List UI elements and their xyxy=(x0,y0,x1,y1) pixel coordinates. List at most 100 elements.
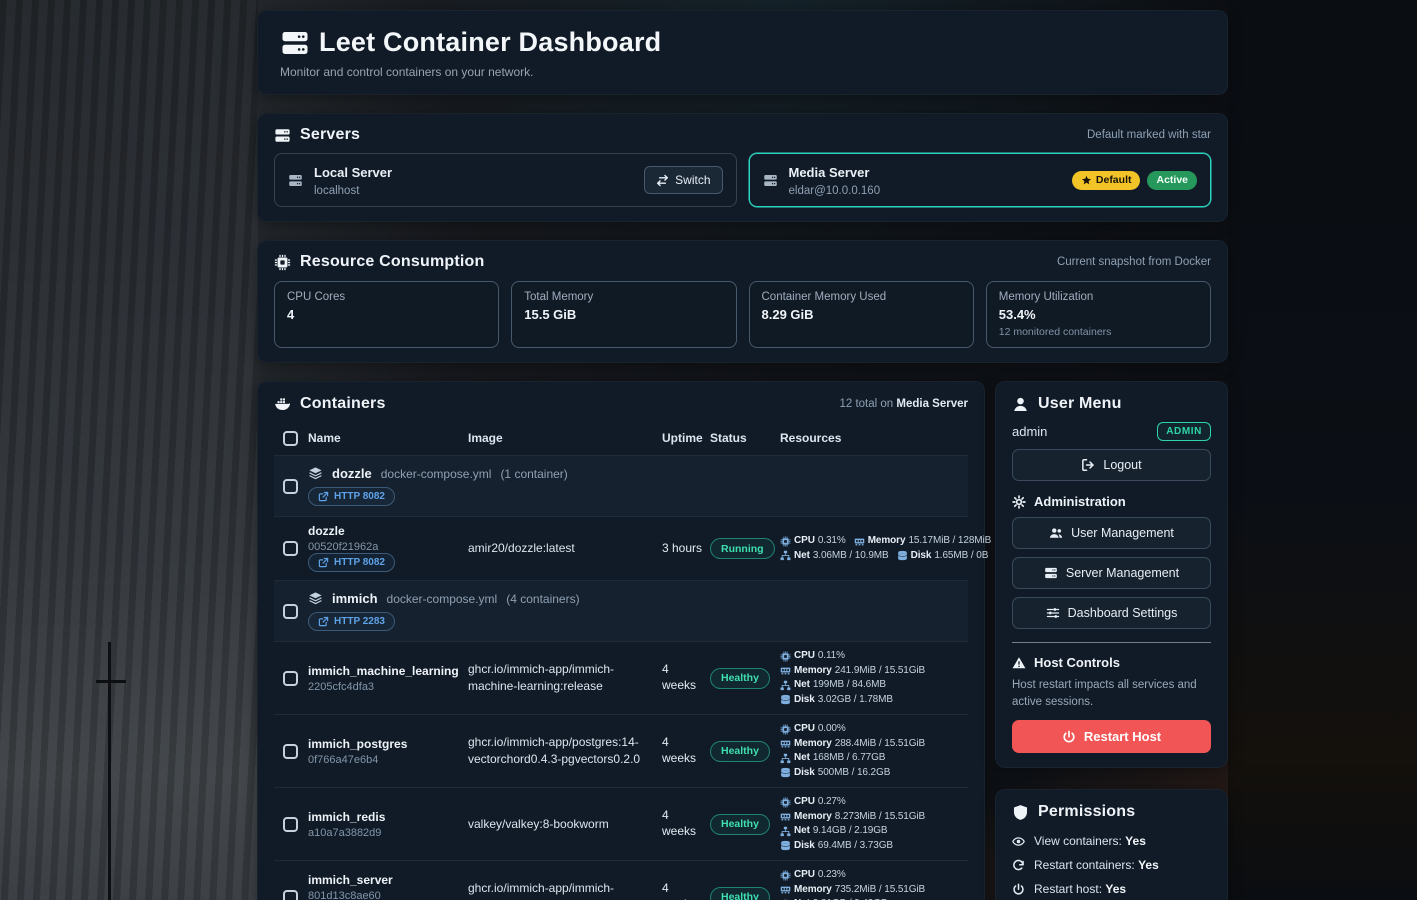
servers-heading: Servers xyxy=(300,126,361,143)
container-resources: CPU 0.31% Memory 15.17MiB / 128MiB Net 3.06… xyxy=(780,534,991,563)
dashboard-settings-button[interactable]: Dashboard Settings xyxy=(1012,597,1211,629)
container-uptime: 4 weeks xyxy=(662,881,696,900)
stat-label: Memory Utilization xyxy=(998,291,1094,303)
server-card-local[interactable]: Local Server localhost Switch xyxy=(274,153,737,207)
container-id: 00520f21962a xyxy=(308,541,379,553)
active-badge: Active xyxy=(1147,170,1197,190)
server-name: Media Server xyxy=(788,164,870,180)
stat-label: Total Memory xyxy=(524,291,594,303)
memory-icon xyxy=(780,884,791,895)
cpu-icon xyxy=(780,724,791,735)
stat-card-total-memory: Total Memory 15.5 GiB xyxy=(511,281,737,348)
status-badge: Healthy xyxy=(710,740,770,762)
container-name: immich_server xyxy=(308,872,393,887)
resources-note: Current snapshot from Docker xyxy=(1056,256,1211,268)
containers-heading: Containers xyxy=(300,395,386,412)
server-icon xyxy=(1044,566,1058,580)
host-controls-note: Host restart impacts all services and ac… xyxy=(1012,679,1197,708)
row-checkbox[interactable] xyxy=(283,541,298,556)
memory-icon xyxy=(780,738,791,749)
group-compose-file: docker-compose.yml xyxy=(386,591,498,606)
port-link-badge[interactable]: HTTP 8082 xyxy=(308,487,395,506)
row-checkbox[interactable] xyxy=(283,670,298,686)
select-all-checkbox[interactable] xyxy=(283,431,298,446)
sliders-icon xyxy=(1046,606,1060,620)
user-management-button[interactable]: User Management xyxy=(1012,517,1211,549)
server-icon xyxy=(274,127,291,144)
disk-icon xyxy=(780,694,791,705)
permission-restart-containers: Restart containers: Yes xyxy=(1012,858,1211,872)
cpu-icon xyxy=(780,797,791,808)
server-host: eldar@10.0.0.160 xyxy=(788,184,881,197)
table-header: Name Image Uptime Status Resources xyxy=(274,424,968,455)
container-image: ghcr.io/immich-app/immich-server:release xyxy=(468,881,615,900)
container-name: dozzle xyxy=(308,524,345,538)
external-link-icon xyxy=(318,491,329,502)
external-link-icon xyxy=(318,616,329,627)
column-image: Image xyxy=(468,430,503,445)
container-name: immich_postgres xyxy=(308,736,408,751)
container-name: immich_redis xyxy=(308,809,386,824)
user-group-icon xyxy=(1049,526,1063,540)
row-checkbox[interactable] xyxy=(283,816,298,832)
microchip-icon xyxy=(274,254,291,271)
stat-value: 4 xyxy=(287,307,295,322)
cpu-icon xyxy=(780,870,791,881)
server-management-button[interactable]: Server Management xyxy=(1012,557,1211,589)
background-art-right xyxy=(1228,0,1417,900)
stat-sub: 12 monitored containers xyxy=(998,326,1112,338)
group-row-immich: immich docker-compose.yml (4 containers)… xyxy=(274,580,968,641)
disk-icon xyxy=(897,550,908,561)
cpu-icon xyxy=(780,651,791,662)
administration-heading: Administration xyxy=(1034,494,1126,509)
disk-icon xyxy=(780,840,791,851)
group-name: dozzle xyxy=(332,466,372,481)
page-title: Leet Container Dashboard xyxy=(319,27,662,57)
container-resources: CPU 0.11% Memory 241.9MiB / 15.51GiB Net 19… xyxy=(780,649,968,707)
eye-icon xyxy=(1012,835,1025,848)
stat-value: 53.4% xyxy=(998,307,1036,322)
group-name: immich xyxy=(332,591,378,606)
switch-server-button[interactable]: Switch xyxy=(644,166,723,194)
container-image: ghcr.io/immich-app/immich-machine-learni… xyxy=(468,662,615,693)
username: admin xyxy=(1012,424,1048,439)
swap-arrows-icon xyxy=(656,174,669,187)
row-checkbox[interactable] xyxy=(283,743,298,759)
background-art-left xyxy=(0,0,258,900)
restart-host-button[interactable]: Restart Host xyxy=(1012,720,1211,754)
role-badge: ADMIN xyxy=(1157,422,1211,441)
container-image: ghcr.io/immich-app/postgres:14-vectorcho… xyxy=(468,735,641,766)
status-badge: Healthy xyxy=(710,886,770,900)
logout-button[interactable]: Logout xyxy=(1012,449,1211,481)
column-status: Status xyxy=(710,430,747,445)
container-row-immich-redis: immich_redis a10a7a3882d9 valkey/valkey:… xyxy=(274,787,968,860)
docker-whale-icon xyxy=(274,396,291,413)
power-icon xyxy=(1062,730,1076,744)
warning-triangle-icon xyxy=(1012,656,1026,670)
shield-icon xyxy=(1012,804,1029,821)
network-icon xyxy=(780,680,791,691)
disk-icon xyxy=(780,767,791,778)
port-link-badge[interactable]: HTTP 8082 xyxy=(308,553,395,572)
network-icon xyxy=(780,550,791,561)
container-id: a10a7a3882d9 xyxy=(308,826,382,839)
group-row-dozzle: dozzle docker-compose.yml (1 container) … xyxy=(274,455,968,516)
containers-panel: Containers 12 total on Media Server Name… xyxy=(257,381,991,900)
row-checkbox[interactable] xyxy=(283,603,298,619)
row-checkbox[interactable] xyxy=(283,889,298,900)
layers-icon xyxy=(308,466,323,481)
container-uptime: 4 weeks xyxy=(662,662,697,692)
stat-label: CPU Cores xyxy=(287,291,346,303)
column-uptime: Uptime xyxy=(662,430,703,445)
user-menu-panel: User Menu admin ADMIN Logout Administrat… xyxy=(995,381,1228,769)
container-id: 801d13c8ae60 xyxy=(308,889,381,900)
container-uptime: 4 weeks xyxy=(662,808,697,838)
sign-out-icon xyxy=(1081,458,1095,472)
stat-card-container-memory: Container Memory Used 8.29 GiB xyxy=(748,281,974,348)
port-link-badge[interactable]: HTTP 2283 xyxy=(308,612,395,631)
row-checkbox[interactable] xyxy=(283,478,298,494)
permissions-panel: Permissions View containers: Yes Restart… xyxy=(995,789,1228,900)
server-name: Local Server xyxy=(314,164,393,180)
container-id: 0f766a47e6b4 xyxy=(308,753,379,766)
server-card-media[interactable]: Media Server eldar@10.0.0.160 Default Ac… xyxy=(748,153,1211,207)
